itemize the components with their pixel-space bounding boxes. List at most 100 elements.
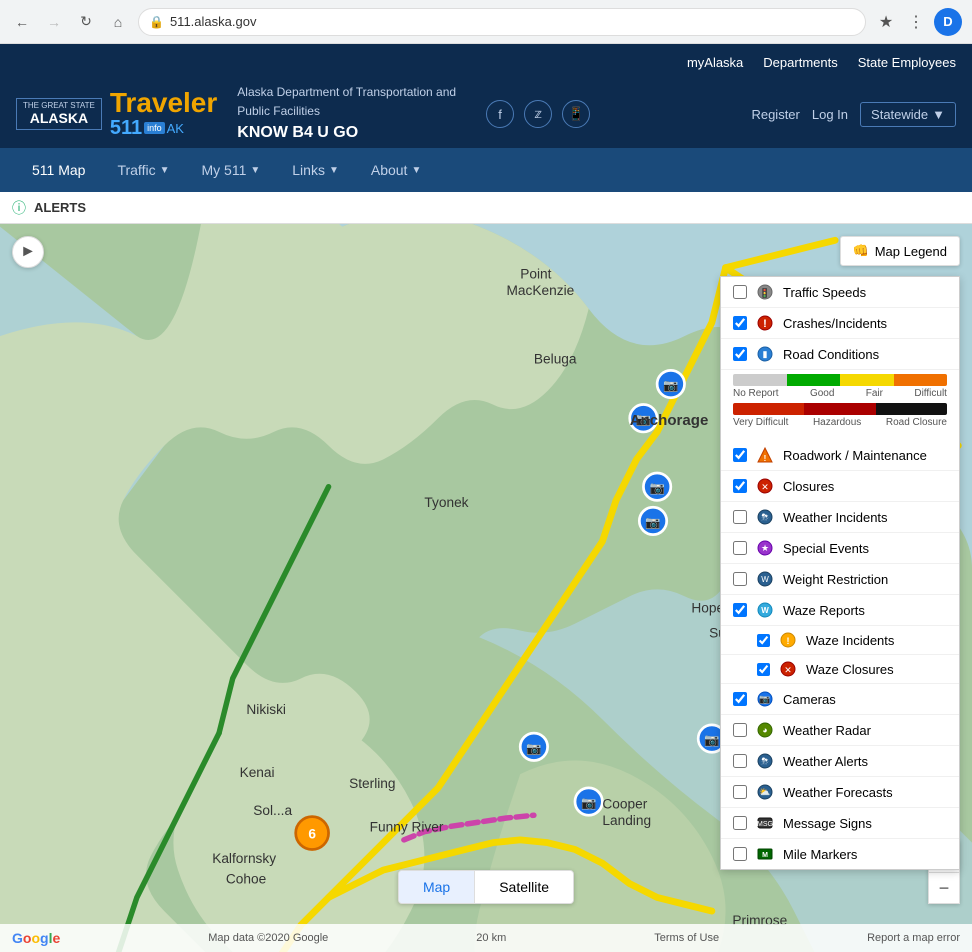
weather-alerts-checkbox[interactable]	[733, 754, 747, 768]
cameras-checkbox[interactable]	[733, 692, 747, 706]
top-nav-state-employees[interactable]: State Employees	[858, 55, 956, 70]
nav-links-label: Links	[292, 162, 325, 178]
cameras-label[interactable]: Cameras	[783, 692, 836, 707]
register-button[interactable]: Register	[751, 107, 799, 122]
weather-forecasts-checkbox[interactable]	[733, 785, 747, 799]
roadwork-checkbox[interactable]	[733, 448, 747, 462]
forward-button[interactable]: →	[42, 10, 66, 34]
message-signs-checkbox[interactable]	[733, 816, 747, 830]
terms-of-use-link[interactable]: Terms of Use	[654, 932, 719, 944]
mile-markers-label[interactable]: Mile Markers	[783, 847, 857, 862]
label-no-report: No Report	[733, 388, 779, 399]
header-right: Register Log In Statewide ▼	[751, 102, 956, 127]
svg-text:◕: ◕	[762, 725, 767, 735]
twitter-icon[interactable]: 𝕫	[524, 100, 552, 128]
weather-radar-checkbox[interactable]	[733, 723, 747, 737]
legend-item-weather-incidents: ⛈ Weather Incidents	[721, 502, 959, 533]
facebook-icon[interactable]: f	[486, 100, 514, 128]
svg-text:★: ★	[761, 543, 769, 553]
top-nav-myalaska[interactable]: myAlaska	[687, 55, 743, 70]
nav-about[interactable]: About ▼	[355, 148, 438, 192]
browser-menu-button[interactable]: ⋮	[904, 10, 928, 34]
nav-traffic-label: Traffic	[117, 162, 155, 178]
label-fair: Fair	[866, 388, 883, 399]
road-conditions-label[interactable]: Road Conditions	[783, 347, 879, 362]
legend-item-waze-incidents: ! Waze Incidents	[721, 626, 959, 655]
traveler-logo[interactable]: Traveler 511 info AK	[110, 89, 217, 140]
address-bar[interactable]: 🔒 511.alaska.gov	[138, 8, 866, 36]
bookmark-button[interactable]: ★	[874, 10, 898, 34]
weather-forecasts-label[interactable]: Weather Forecasts	[783, 785, 893, 800]
map-type-map-button[interactable]: Map	[399, 871, 475, 903]
svg-text:⛈: ⛈	[761, 756, 768, 766]
social-icons-group: f 𝕫 📱	[486, 100, 590, 128]
closures-checkbox[interactable]	[733, 479, 747, 493]
mobile-icon[interactable]: 📱	[562, 100, 590, 128]
logo-area: THE GREAT STATE ALASKA Traveler 511 info…	[16, 89, 217, 140]
svg-text:⛅: ⛅	[759, 787, 770, 797]
back-button[interactable]: ←	[10, 10, 34, 34]
weight-restriction-checkbox[interactable]	[733, 572, 747, 586]
waze-reports-icon: W	[755, 600, 775, 620]
user-avatar[interactable]: D	[934, 8, 962, 36]
weather-incidents-label[interactable]: Weather Incidents	[783, 510, 888, 525]
svg-text:M: M	[762, 852, 768, 859]
site-header: THE GREAT STATE ALASKA Traveler 511 info…	[0, 80, 972, 148]
traffic-speeds-icon: 🚦	[755, 282, 775, 302]
waze-reports-checkbox[interactable]	[733, 603, 747, 617]
closures-label[interactable]: Closures	[783, 479, 834, 494]
traffic-speeds-label[interactable]: Traffic Speeds	[783, 285, 866, 300]
map-type-satellite-button[interactable]: Satellite	[475, 871, 573, 903]
waze-incidents-label[interactable]: Waze Incidents	[806, 633, 894, 648]
weight-restriction-label[interactable]: Weight Restriction	[783, 572, 888, 587]
home-button[interactable]: ⌂	[106, 10, 130, 34]
roadwork-label[interactable]: Roadwork / Maintenance	[783, 448, 927, 463]
weather-incidents-checkbox[interactable]	[733, 510, 747, 524]
map-background[interactable]: 📷 📷 📷 📷 📷 📷 📷 📷 📷 📷 ! !	[0, 224, 972, 952]
nav-511-map-label: 511 Map	[32, 162, 85, 178]
top-nav-departments[interactable]: Departments	[763, 55, 837, 70]
legend-item-traffic-speeds: 🚦 Traffic Speeds	[721, 277, 959, 308]
message-signs-label[interactable]: Message Signs	[783, 816, 872, 831]
reload-button[interactable]: ↻	[74, 10, 98, 34]
waze-incidents-checkbox[interactable]	[757, 634, 770, 647]
waze-reports-label[interactable]: Waze Reports	[783, 603, 865, 618]
nav-my511[interactable]: My 511 ▼	[185, 148, 276, 192]
svg-text:Funny River: Funny River	[370, 820, 444, 835]
traffic-speeds-checkbox[interactable]	[733, 285, 747, 299]
svg-text:🚦: 🚦	[759, 287, 770, 298]
zoom-out-button[interactable]: −	[928, 872, 960, 904]
login-button[interactable]: Log In	[812, 107, 848, 122]
legend-item-mile-markers: M Mile Markers	[721, 839, 959, 869]
weather-radar-label[interactable]: Weather Radar	[783, 723, 871, 738]
crashes-checkbox[interactable]	[733, 316, 747, 330]
statewide-button[interactable]: Statewide ▼	[860, 102, 956, 127]
nav-511-map[interactable]: 511 Map	[16, 148, 101, 192]
waze-closures-checkbox[interactable]	[757, 663, 770, 676]
special-events-label[interactable]: Special Events	[783, 541, 869, 556]
map-legend-button[interactable]: 👊 Map Legend	[840, 236, 960, 266]
waze-closures-label[interactable]: Waze Closures	[806, 662, 894, 677]
nav-traffic[interactable]: Traffic ▼	[101, 148, 185, 192]
nav-about-label: About	[371, 162, 408, 178]
label-very-difficult: Very Difficult	[733, 417, 788, 428]
road-conditions-checkbox[interactable]	[733, 347, 747, 361]
svg-text:Kenai: Kenai	[240, 765, 275, 780]
roadwork-icon: !	[755, 445, 775, 465]
special-events-checkbox[interactable]	[733, 541, 747, 555]
svg-text:📷: 📷	[526, 741, 541, 755]
map-copyright: Map data ©2020 Google	[208, 932, 328, 944]
mile-markers-checkbox[interactable]	[733, 847, 747, 861]
traveler-brand: Traveler	[110, 89, 217, 117]
road-bar-top	[733, 374, 947, 386]
legend-item-weather-radar: ◕ Weather Radar	[721, 715, 959, 746]
report-map-error-link[interactable]: Report a map error	[867, 932, 960, 944]
crashes-label[interactable]: Crashes/Incidents	[783, 316, 887, 331]
panel-toggle-button[interactable]: ►	[12, 236, 44, 268]
nav-links[interactable]: Links ▼	[276, 148, 355, 192]
legend-item-waze-closures: ✕ Waze Closures	[721, 655, 959, 684]
statewide-label: Statewide	[871, 107, 928, 122]
message-signs-icon: MSG	[755, 813, 775, 833]
weather-alerts-label[interactable]: Weather Alerts	[783, 754, 868, 769]
map-legend-label: Map Legend	[875, 244, 947, 259]
